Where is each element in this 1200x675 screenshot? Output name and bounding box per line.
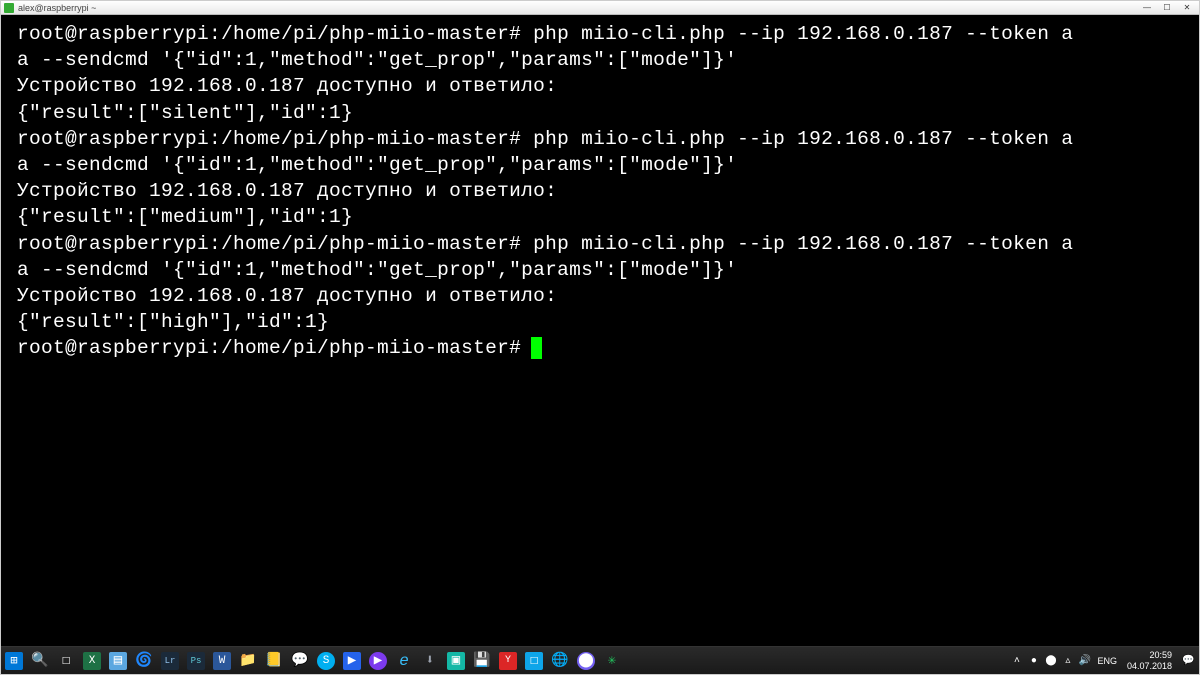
- app-icon[interactable]: ▣: [447, 652, 465, 670]
- app-icon[interactable]: ☐: [525, 652, 543, 670]
- ie-icon[interactable]: e: [395, 652, 413, 670]
- network-icon[interactable]: ▵: [1061, 654, 1074, 667]
- tray-icon[interactable]: ⬤: [1044, 654, 1057, 667]
- prompt: root@raspberrypi:/home/pi/php-miio-maste…: [17, 128, 521, 150]
- search-icon[interactable]: 🔍: [31, 652, 49, 670]
- save-icon[interactable]: 💾: [473, 652, 491, 670]
- chrome-icon[interactable]: 🌐: [551, 652, 569, 670]
- time-text: 20:59: [1127, 650, 1172, 661]
- explorer-icon[interactable]: 📁: [239, 652, 257, 670]
- titlebar[interactable]: alex@raspberrypi ~ — ☐ ✕: [1, 1, 1199, 15]
- start-button[interactable]: ⊞: [5, 652, 23, 670]
- language-indicator[interactable]: ENG: [1097, 656, 1117, 666]
- clock[interactable]: 20:59 04.07.2018: [1123, 650, 1176, 672]
- minimize-button[interactable]: —: [1138, 2, 1156, 13]
- volume-icon[interactable]: 🔊: [1078, 654, 1091, 667]
- notification-icon[interactable]: 💬: [1182, 654, 1195, 667]
- close-button[interactable]: ✕: [1178, 2, 1196, 13]
- date-text: 04.07.2018: [1127, 661, 1172, 672]
- media-icon[interactable]: ▶: [369, 652, 387, 670]
- word-icon[interactable]: W: [213, 652, 231, 670]
- putty-icon: [4, 3, 14, 13]
- excel-icon[interactable]: X: [83, 652, 101, 670]
- photoshop-icon[interactable]: Ps: [187, 652, 205, 670]
- app-icon[interactable]: ▶: [343, 652, 361, 670]
- output-line: Устройство 192.168.0.187 доступно и отве…: [17, 283, 1183, 309]
- tray-chevron-icon[interactable]: ˄: [1010, 654, 1023, 667]
- system-tray: ˄ ● ⬤ ▵ 🔊 ENG 20:59 04.07.2018 💬: [1010, 650, 1195, 672]
- notes-icon[interactable]: 📒: [265, 652, 283, 670]
- output-line: {"result":["high"],"id":1}: [17, 309, 1183, 335]
- chat-icon[interactable]: 💬: [291, 652, 309, 670]
- cursor: [531, 337, 542, 359]
- taskbar[interactable]: ⊞ 🔍 ☐ X ▤ 🌀 Lr Ps W 📁 📒 💬 S ▶ ▶ e ⬇ ▣ 💾 …: [1, 646, 1199, 674]
- output-line: {"result":["silent"],"id":1}: [17, 100, 1183, 126]
- viber-icon[interactable]: ⬤: [577, 652, 595, 670]
- prompt: root@raspberrypi:/home/pi/php-miio-maste…: [17, 337, 521, 359]
- output-line: {"result":["medium"],"id":1}: [17, 204, 1183, 230]
- terminal-output[interactable]: root@raspberrypi:/home/pi/php-miio-maste…: [1, 15, 1199, 646]
- output-line: Устройство 192.168.0.187 доступно и отве…: [17, 178, 1183, 204]
- lightroom-icon[interactable]: Lr: [161, 652, 179, 670]
- prompt: root@raspberrypi:/home/pi/php-miio-maste…: [17, 233, 521, 255]
- prompt: root@raspberrypi:/home/pi/php-miio-maste…: [17, 23, 521, 45]
- app-icon[interactable]: 🌀: [135, 652, 153, 670]
- maximize-button[interactable]: ☐: [1158, 2, 1176, 13]
- output-line: Устройство 192.168.0.187 доступно и отве…: [17, 73, 1183, 99]
- download-icon[interactable]: ⬇: [421, 652, 439, 670]
- notepad-icon[interactable]: ▤: [109, 652, 127, 670]
- taskbar-apps: ⊞ 🔍 ☐ X ▤ 🌀 Lr Ps W 📁 📒 💬 S ▶ ▶ e ⬇ ▣ 💾 …: [5, 652, 621, 670]
- ssh-window: alex@raspberrypi ~ — ☐ ✕ root@raspberryp…: [0, 0, 1200, 675]
- app-icon[interactable]: Y: [499, 652, 517, 670]
- skype-icon[interactable]: S: [317, 652, 335, 670]
- app-icon[interactable]: ✳: [603, 652, 621, 670]
- taskview-icon[interactable]: ☐: [57, 652, 75, 670]
- tray-icon[interactable]: ●: [1027, 654, 1040, 667]
- window-title: alex@raspberrypi ~: [18, 3, 96, 13]
